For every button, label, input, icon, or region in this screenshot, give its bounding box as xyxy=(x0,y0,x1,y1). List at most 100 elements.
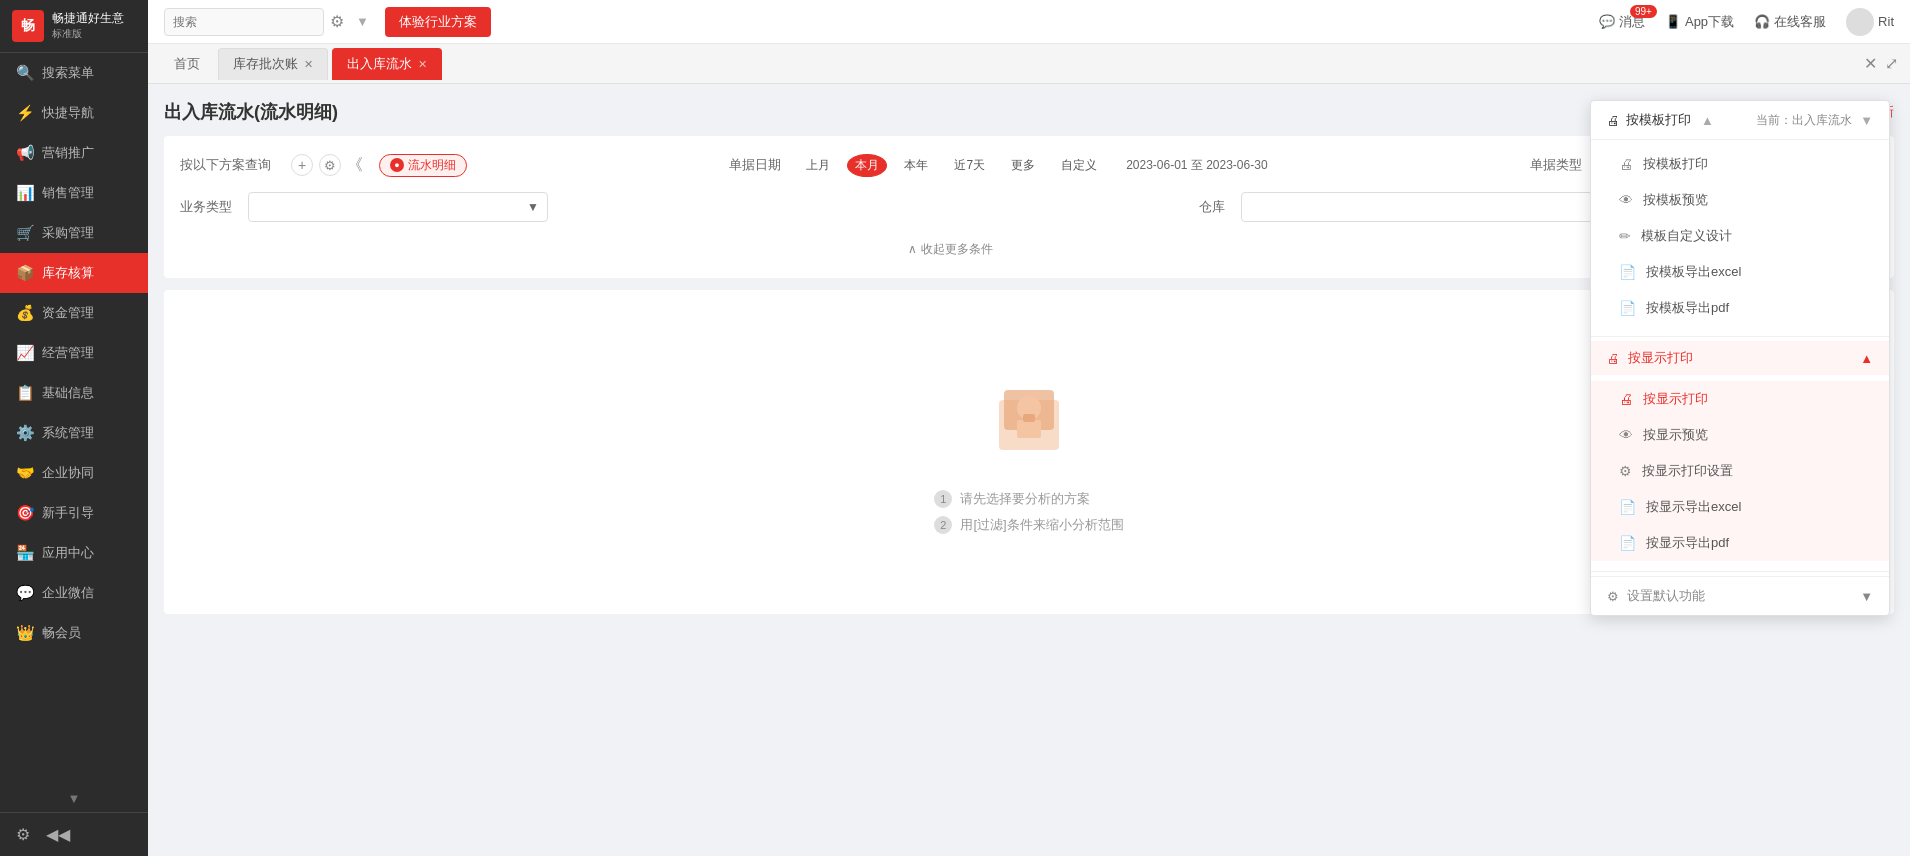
date-btn-more[interactable]: 更多 xyxy=(1002,154,1044,177)
search-input[interactable] xyxy=(164,8,324,36)
empty-steps: 1 请先选择要分析的方案 2 用[过滤]条件来缩小分析范围 xyxy=(934,490,1123,534)
sidebar-item-purchase[interactable]: 🛒 采购管理 xyxy=(0,213,148,253)
service-icon: 🎧 xyxy=(1754,14,1770,29)
sidebar-item-system[interactable]: ⚙️ 系统管理 xyxy=(0,413,148,453)
display-settings-icon: ⚙ xyxy=(1619,463,1632,479)
display-preview-item[interactable]: 👁 按显示预览 xyxy=(1591,417,1889,453)
empty-step-1: 1 请先选择要分析的方案 xyxy=(934,490,1123,508)
collapse-up-icon: ∧ xyxy=(908,242,917,256)
tab-batch[interactable]: 库存批次账 ✕ xyxy=(218,48,328,80)
sidebar-item-search[interactable]: 🔍 搜索菜单 xyxy=(0,53,148,93)
display-subheader-icon: 🖨 xyxy=(1607,351,1620,366)
sidebar-item-appstore[interactable]: 🏪 应用中心 xyxy=(0,533,148,573)
sidebar: 畅 畅捷通好生意 标准版 🔍 搜索菜单 ⚡ 快捷导航 📢 营销推广 📊 销 xyxy=(0,0,148,856)
username-label: Rit xyxy=(1878,14,1894,29)
template-custom-item[interactable]: ✏ 模板自定义设计 xyxy=(1591,218,1889,254)
svg-rect-3 xyxy=(1017,420,1041,438)
search-icon: 🔍 xyxy=(16,64,34,82)
online-service-item[interactable]: 🎧 在线客服 xyxy=(1754,13,1826,31)
current-template-label: 当前：出入库流水 xyxy=(1756,112,1852,129)
filter-actions: + ⚙ 《 xyxy=(291,154,363,176)
basics-icon: 📋 xyxy=(16,384,34,402)
biz-type-label: 业务类型 xyxy=(180,198,232,216)
sidebar-item-finance[interactable]: 💰 资金管理 xyxy=(0,293,148,333)
message-icon: 💬 xyxy=(1599,14,1615,29)
tab-flow-close[interactable]: ✕ xyxy=(418,58,427,71)
date-btn-year[interactable]: 本年 xyxy=(895,154,937,177)
dropdown-arrow-icon[interactable]: ▼ xyxy=(356,14,369,29)
dropdown-header-arrow[interactable]: ▲ xyxy=(1701,113,1714,128)
display-pdf-icon: 📄 xyxy=(1619,535,1636,551)
sidebar-item-wechat[interactable]: 💬 企业微信 xyxy=(0,573,148,613)
sidebar-item-guide[interactable]: 🎯 新手引导 xyxy=(0,493,148,533)
filter-collapse-icon[interactable]: 《 xyxy=(347,155,363,176)
logo-icon: 畅 xyxy=(12,10,44,42)
trial-button[interactable]: 体验行业方案 xyxy=(385,7,491,37)
tab-maximize-icon[interactable]: ⤢ xyxy=(1885,54,1898,73)
display-print-item[interactable]: 🖨 按显示打印 xyxy=(1591,381,1889,417)
display-print-icon: 🖨 xyxy=(1619,391,1633,407)
tabbar: 首页 库存批次账 ✕ 出入库流水 ✕ ✕ ⤢ xyxy=(148,44,1910,84)
collapse-button[interactable]: ∧ 收起更多条件 xyxy=(908,241,993,258)
sidebar-item-sales[interactable]: 📊 销售管理 xyxy=(0,173,148,213)
dropdown-header-title: 🖨 按模板打印 ▲ xyxy=(1607,111,1714,129)
tab-close-all-icon[interactable]: ✕ xyxy=(1864,54,1877,73)
wechat-icon: 💬 xyxy=(16,584,34,602)
system-icon: ⚙️ xyxy=(16,424,34,442)
settings-bottom-icon[interactable]: ⚙ xyxy=(16,825,30,844)
message-item[interactable]: 💬 消息 99+ xyxy=(1599,13,1645,31)
filter-chip: ● 流水明细 xyxy=(379,154,467,177)
current-template-arrow[interactable]: ▼ xyxy=(1860,113,1873,128)
date-btn-7days[interactable]: 近7天 xyxy=(945,154,994,177)
topbar-search: ⚙ xyxy=(164,8,344,36)
sidebar-scroll-down[interactable]: ▼ xyxy=(0,785,148,812)
svg-rect-4 xyxy=(1023,414,1035,422)
date-btn-custom[interactable]: 自定义 xyxy=(1052,154,1106,177)
template-preview-icon: 👁 xyxy=(1619,192,1633,208)
sidebar-item-basics[interactable]: 📋 基础信息 xyxy=(0,373,148,413)
app-download-item[interactable]: 📱 App下载 xyxy=(1665,13,1734,31)
print-header-icon: 🖨 xyxy=(1607,113,1620,128)
display-excel-icon: 📄 xyxy=(1619,499,1636,515)
display-settings-item[interactable]: ⚙ 按显示打印设置 xyxy=(1591,453,1889,489)
template-excel-item[interactable]: 📄 按模板导出excel xyxy=(1591,254,1889,290)
template-section: 🖨 按模板打印 👁 按模板预览 ✏ 模板自定义设计 📄 按模板导出excel 📄… xyxy=(1591,140,1889,332)
sidebar-item-collab[interactable]: 🤝 企业协同 xyxy=(0,453,148,493)
display-excel-item[interactable]: 📄 按显示导出excel xyxy=(1591,489,1889,525)
empty-step-2: 2 用[过滤]条件来缩小分析范围 xyxy=(934,516,1123,534)
date-btn-last-month[interactable]: 上月 xyxy=(797,154,839,177)
sidebar-item-member[interactable]: 👑 畅会员 xyxy=(0,613,148,653)
tab-flow[interactable]: 出入库流水 ✕ xyxy=(332,48,442,80)
topbar-settings-icon[interactable]: ⚙ xyxy=(330,12,344,31)
collapse-sidebar-icon[interactable]: ◀◀ xyxy=(46,825,70,844)
template-excel-icon: 📄 xyxy=(1619,264,1636,280)
sidebar-item-marketing[interactable]: 📢 营销推广 xyxy=(0,133,148,173)
guide-icon: 🎯 xyxy=(16,504,34,522)
date-range-text: 2023-06-01 至 2023-06-30 xyxy=(1126,157,1267,174)
template-pdf-icon: 📄 xyxy=(1619,300,1636,316)
tab-batch-close[interactable]: ✕ xyxy=(304,58,313,71)
dropdown-footer-divider xyxy=(1591,571,1889,572)
template-print-item[interactable]: 🖨 按模板打印 xyxy=(1591,146,1889,182)
display-pdf-item[interactable]: 📄 按显示导出pdf xyxy=(1591,525,1889,561)
filter-set-button[interactable]: ⚙ xyxy=(319,154,341,176)
template-preview-item[interactable]: 👁 按模板预览 xyxy=(1591,182,1889,218)
app-download-icon: 📱 xyxy=(1665,14,1681,29)
template-pdf-item[interactable]: 📄 按模板导出pdf xyxy=(1591,290,1889,326)
date-btn-current-month[interactable]: 本月 xyxy=(847,154,887,177)
date-label: 单据日期 xyxy=(729,156,781,174)
dropdown-footer[interactable]: ⚙ 设置默认功能 ▼ xyxy=(1591,576,1889,615)
sidebar-item-operations[interactable]: 📈 经营管理 xyxy=(0,333,148,373)
sidebar-item-shortcut[interactable]: ⚡ 快捷导航 xyxy=(0,93,148,133)
filter-add-button[interactable]: + xyxy=(291,154,313,176)
page-title: 出入库流水(流水明细) xyxy=(164,100,338,124)
marketing-icon: 📢 xyxy=(16,144,34,162)
date-filter: 上月 本月 本年 近7天 更多 自定义 xyxy=(797,154,1106,177)
tab-home[interactable]: 首页 xyxy=(160,48,214,80)
user-avatar-item[interactable]: Rit xyxy=(1846,8,1894,36)
step-2-num: 2 xyxy=(934,516,952,534)
sidebar-item-inventory[interactable]: 📦 库存核算 xyxy=(0,253,148,293)
display-subheader[interactable]: 🖨 按显示打印 ▲ xyxy=(1591,341,1889,375)
display-subheader-arrow: ▲ xyxy=(1860,351,1873,366)
biz-type-select[interactable]: ▼ xyxy=(248,192,548,222)
